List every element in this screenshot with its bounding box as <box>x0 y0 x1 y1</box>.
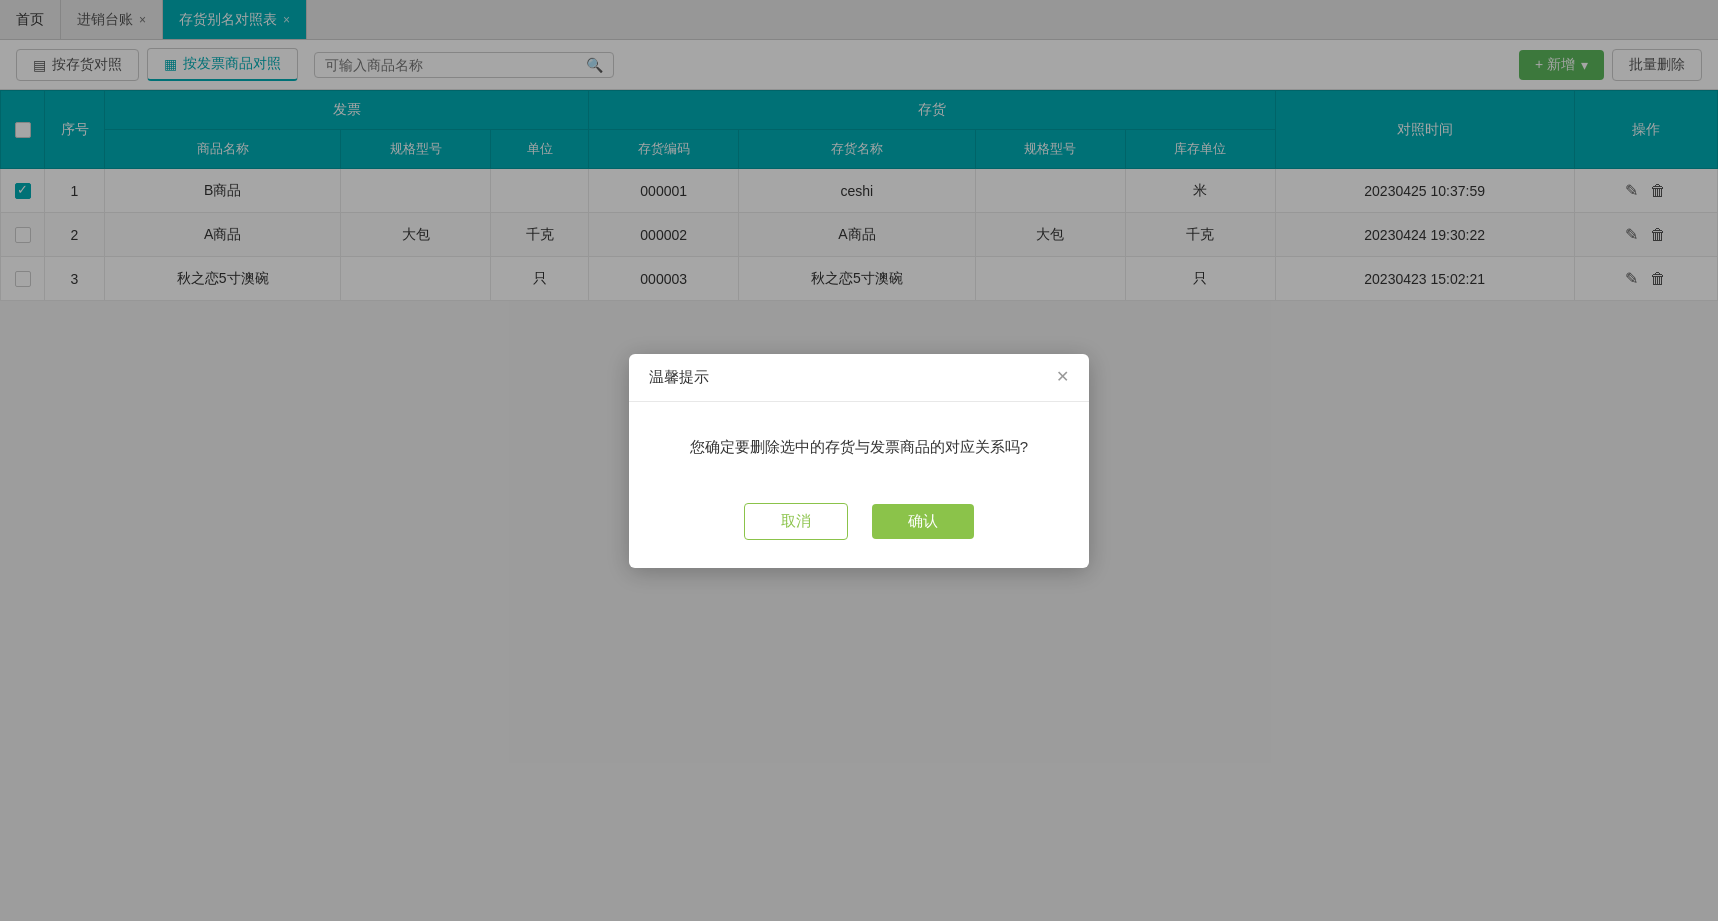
modal-overlay: 温馨提示 ✕ 您确定要删除选中的存货与发票商品的对应关系吗? 取消 确认 <box>0 0 1718 301</box>
